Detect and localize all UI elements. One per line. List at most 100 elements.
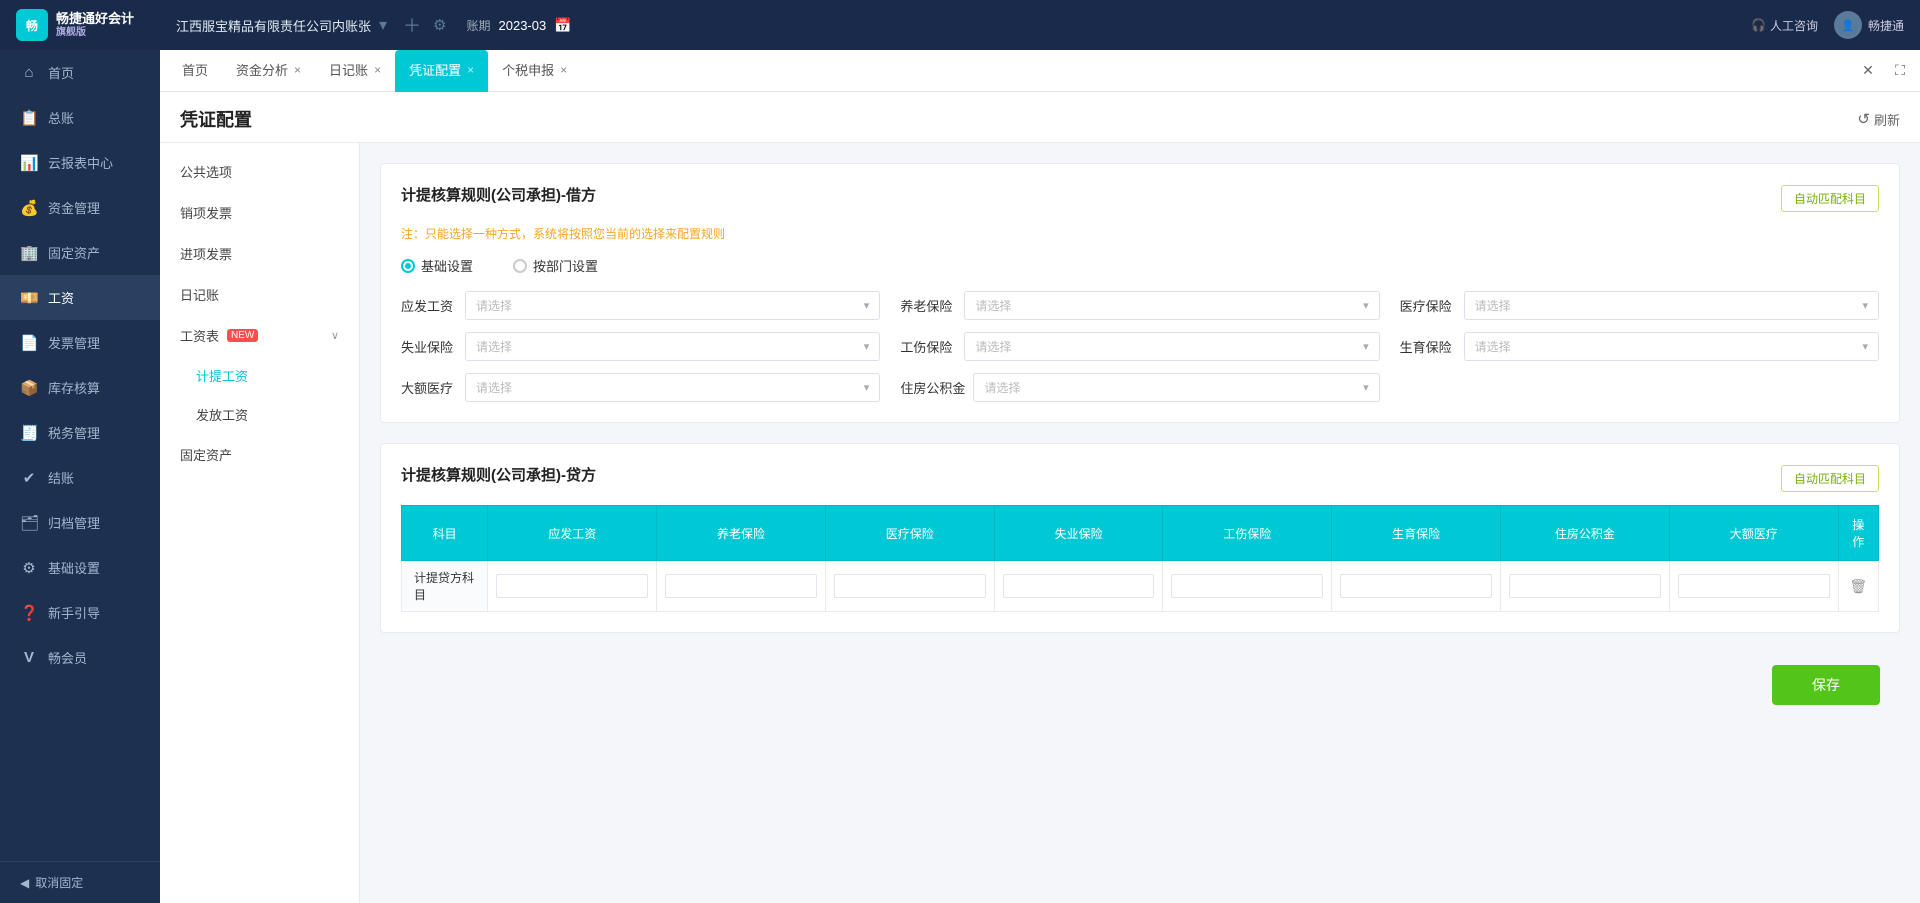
logo-sub-text: 旗舰版 xyxy=(56,27,134,39)
sidebar-label-reports: 云报表中心 xyxy=(48,153,113,172)
input-medical[interactable] xyxy=(834,574,986,598)
select-pension[interactable]: 请选择 ▾ xyxy=(964,291,1379,320)
select-housing-fund[interactable]: 请选择 ▾ xyxy=(973,373,1379,402)
table-row: 计提贷方科目 🗑 xyxy=(402,561,1879,612)
debit-section-header: 计提核算规则(公司承担)-借方 自动匹配科目 xyxy=(401,184,1879,213)
label-base-salary: 应发工资 xyxy=(401,296,457,315)
sidebar-item-home[interactable]: ⌂ 首页 xyxy=(0,50,160,95)
tab-close-btn[interactable]: ✕ xyxy=(1856,59,1880,83)
form-item-housing-fund: 住房公积金 请选择 ▾ xyxy=(900,373,1379,402)
sidebar-item-reports[interactable]: 📊 云报表中心 xyxy=(0,140,160,185)
debit-auto-match-button[interactable]: 自动匹配科目 xyxy=(1781,185,1879,212)
left-nav-pay-salary[interactable]: 发放工资 xyxy=(160,395,359,434)
left-nav-sales-invoice[interactable]: 销项发票 xyxy=(160,192,359,233)
left-nav-journal[interactable]: 日记账 xyxy=(160,274,359,315)
company-dropdown-icon[interactable]: ▾ xyxy=(379,15,387,35)
settings-icon[interactable]: ⚙ xyxy=(433,16,446,34)
select-large-medical[interactable]: 请选择 ▾ xyxy=(465,373,880,402)
select-unemployment[interactable]: 请选择 ▾ xyxy=(465,332,880,361)
tab-tax-close[interactable]: × xyxy=(560,63,567,77)
label-injury: 工伤保险 xyxy=(900,337,956,356)
left-nav-public[interactable]: 公共选项 xyxy=(160,151,359,192)
sidebar-item-ledger[interactable]: 📋 总账 xyxy=(0,95,160,140)
td-unemployment[interactable] xyxy=(994,561,1163,612)
logo-text: 畅捷通好会计 旗舰版 xyxy=(56,11,134,39)
td-maternity[interactable] xyxy=(1332,561,1501,612)
tab-tax-report[interactable]: 个税申报 × xyxy=(488,50,581,92)
sidebar-label-inventory: 库存核算 xyxy=(48,378,100,397)
left-nav-accrual-salary[interactable]: 计提工资 xyxy=(160,356,359,395)
td-housing-fund[interactable] xyxy=(1501,561,1670,612)
input-housing-fund[interactable] xyxy=(1509,574,1661,598)
save-button[interactable]: 保存 xyxy=(1772,665,1880,705)
input-injury[interactable] xyxy=(1171,574,1323,598)
add-icon[interactable]: ＋ xyxy=(403,12,421,38)
td-injury[interactable] xyxy=(1163,561,1332,612)
tab-funds-analysis[interactable]: 资金分析 × xyxy=(222,50,315,92)
debit-form-grid: 应发工资 请选择 ▾ 养老保险 请选择 ▾ xyxy=(401,291,1879,402)
radio-basic-setup[interactable]: 基础设置 xyxy=(401,256,473,275)
user-info[interactable]: 👤 畅捷通 xyxy=(1834,11,1904,39)
sidebar-item-invoice[interactable]: 📄 发票管理 xyxy=(0,320,160,365)
tab-home[interactable]: 首页 xyxy=(168,50,222,92)
guide-icon: ❓ xyxy=(20,604,38,622)
input-maternity[interactable] xyxy=(1340,574,1492,598)
select-base-salary[interactable]: 请选择 ▾ xyxy=(465,291,880,320)
sidebar-item-assets[interactable]: 🏢 固定资产 xyxy=(0,230,160,275)
td-large-medical[interactable] xyxy=(1669,561,1838,612)
refresh-button[interactable]: ↺ 刷新 xyxy=(1857,110,1900,129)
new-badge: NEW xyxy=(227,329,258,342)
td-base-salary[interactable] xyxy=(488,561,657,612)
sidebar-bottom: ◀ 取消固定 xyxy=(0,861,160,903)
sidebar-item-member[interactable]: V 畅会员 xyxy=(0,635,160,680)
tab-expand-btn[interactable]: ⛶ xyxy=(1888,59,1912,83)
th-operation: 操作 xyxy=(1838,506,1878,561)
sidebar-item-inventory[interactable]: 📦 库存核算 xyxy=(0,365,160,410)
logo-main-text: 畅捷通好会计 xyxy=(56,11,134,27)
radio-dept-circle xyxy=(513,259,527,273)
select-injury-placeholder: 请选择 xyxy=(975,338,1011,355)
cancel-fixed-button[interactable]: ◀ 取消固定 xyxy=(0,862,160,903)
sidebar-item-funds[interactable]: 💰 资金管理 xyxy=(0,185,160,230)
select-medical-placeholder: 请选择 xyxy=(1475,297,1511,314)
delete-row-button[interactable]: 🗑 xyxy=(1849,578,1867,594)
input-large-medical[interactable] xyxy=(1678,574,1830,598)
sidebar-item-close[interactable]: ✔ 结账 xyxy=(0,455,160,500)
tab-voucher-close[interactable]: × xyxy=(467,63,474,77)
input-pension[interactable] xyxy=(665,574,817,598)
page-body: 公共选项 销项发票 进项发票 日记账 工资表 NEW xyxy=(160,143,1920,903)
sidebar-item-salary[interactable]: 💴 工资 xyxy=(0,275,160,320)
calendar-icon[interactable]: 📅 xyxy=(554,17,571,34)
th-injury: 工伤保险 xyxy=(1163,506,1332,561)
period-value: 2023-03 xyxy=(499,18,547,33)
sidebar-item-tax[interactable]: 🧾 税务管理 xyxy=(0,410,160,455)
left-nav-pay-label: 发放工资 xyxy=(196,408,248,423)
select-maternity[interactable]: 请选择 ▾ xyxy=(1464,332,1879,361)
radio-dept-setup[interactable]: 按部门设置 xyxy=(513,256,598,275)
sidebar-item-archive[interactable]: 🗂 归档管理 xyxy=(0,500,160,545)
td-pension[interactable] xyxy=(657,561,826,612)
tab-journal[interactable]: 日记账 × xyxy=(315,50,395,92)
left-nav-journal-label: 日记账 xyxy=(180,285,219,304)
sidebar-item-settings[interactable]: ⚙ 基础设置 xyxy=(0,545,160,590)
tab-funds-close[interactable]: × xyxy=(294,63,301,77)
service-button[interactable]: 🎧 人工咨询 xyxy=(1751,17,1818,34)
select-injury[interactable]: 请选择 ▾ xyxy=(964,332,1379,361)
td-operation[interactable]: 🗑 xyxy=(1838,561,1878,612)
sidebar-item-guide[interactable]: ❓ 新手引导 xyxy=(0,590,160,635)
select-medical[interactable]: 请选择 ▾ xyxy=(1464,291,1879,320)
td-medical[interactable] xyxy=(825,561,994,612)
credit-auto-match-button[interactable]: 自动匹配科目 xyxy=(1781,465,1879,492)
refresh-label: 刷新 xyxy=(1874,110,1900,129)
left-nav-fixed-assets[interactable]: 固定资产 xyxy=(160,434,359,475)
tab-journal-close[interactable]: × xyxy=(374,63,381,77)
input-base-salary[interactable] xyxy=(496,574,648,598)
left-nav-salary-table[interactable]: 工资表 NEW ∨ xyxy=(160,315,359,356)
close-period-icon: ✔ xyxy=(20,469,38,487)
input-unemployment[interactable] xyxy=(1003,574,1155,598)
left-nav-purchase-invoice[interactable]: 进项发票 xyxy=(160,233,359,274)
tab-voucher-config[interactable]: 凭证配置 × xyxy=(395,50,488,92)
select-housing-placeholder: 请选择 xyxy=(984,379,1020,396)
page-title: 凭证配置 xyxy=(180,106,252,132)
label-housing-fund: 住房公积金 xyxy=(900,378,965,397)
